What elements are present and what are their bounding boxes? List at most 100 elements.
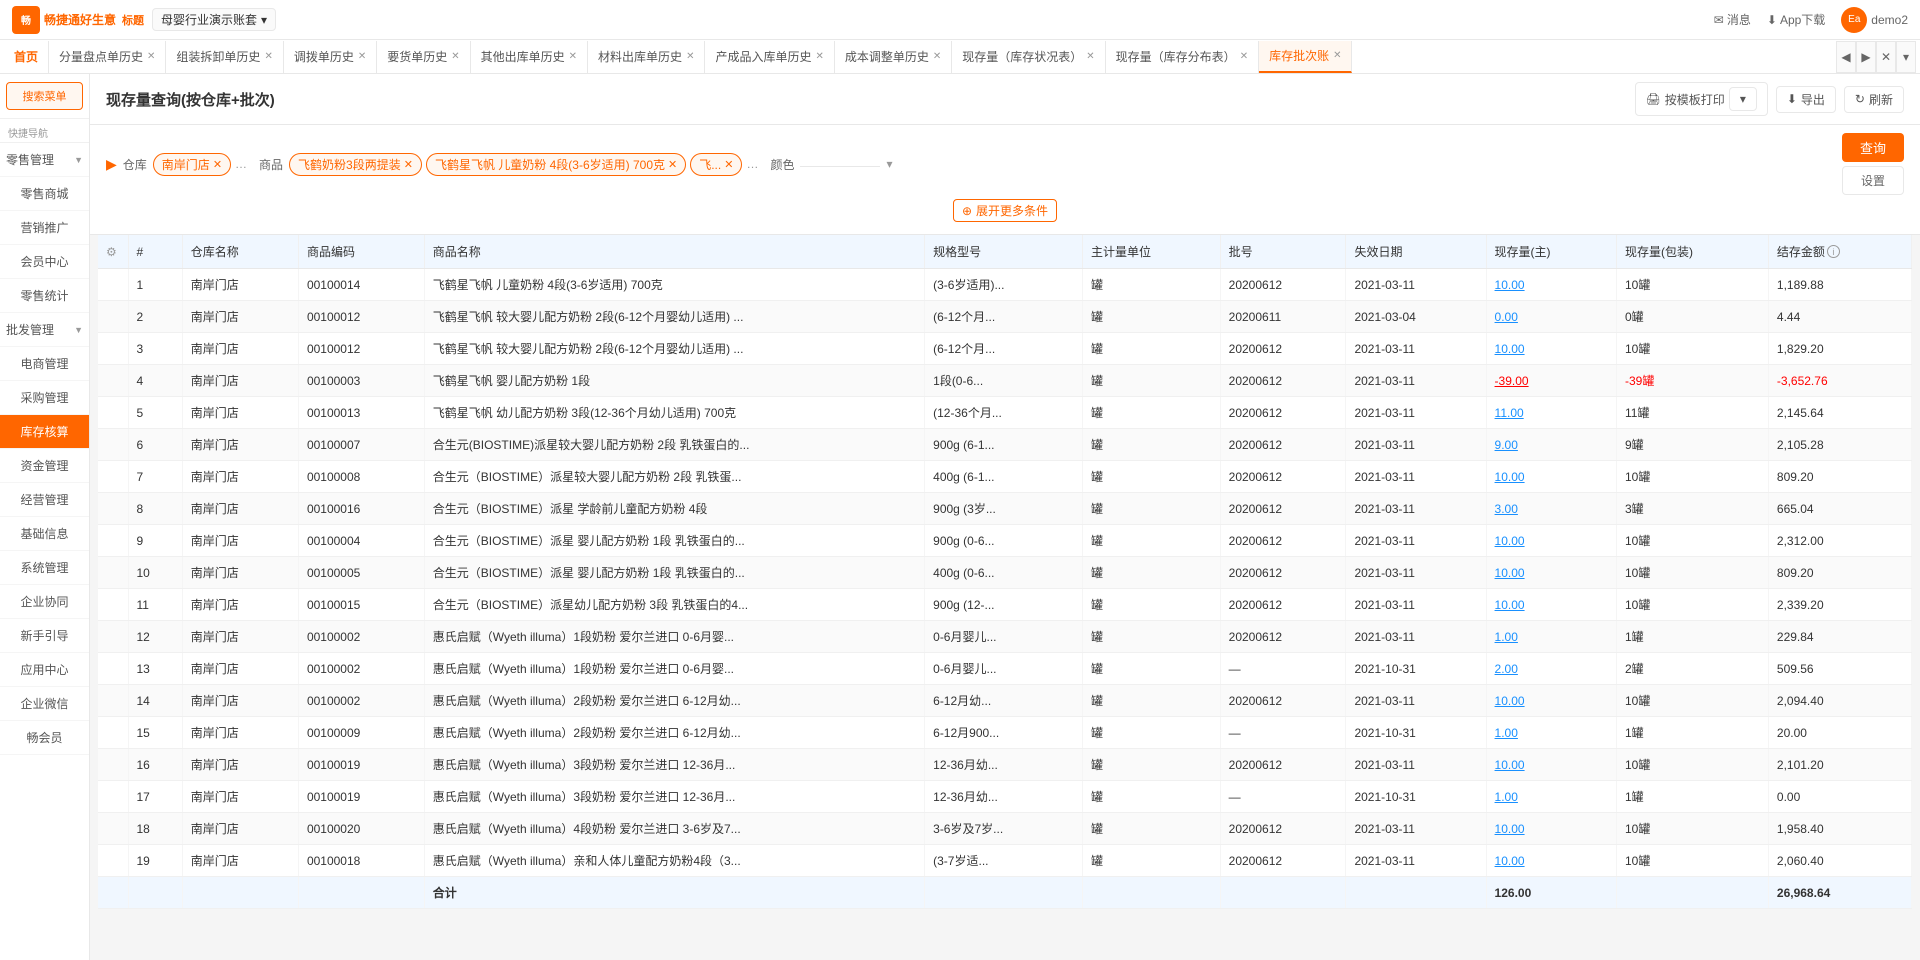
cell-stock-main[interactable]: 10.00 [1486,461,1616,493]
tab-fen-pan[interactable]: 分量盘点单历史✕ [49,41,166,73]
stock-main-value[interactable]: 10.00 [1495,822,1525,836]
stock-main-value[interactable]: 3.00 [1495,502,1518,516]
tab-close-icon[interactable]: ✕ [1333,50,1341,61]
product-more-btn[interactable]: … [746,157,758,171]
tab-menu-btn[interactable]: ▾ [1896,41,1916,73]
cell-stock-main[interactable]: 0.00 [1486,301,1616,333]
tab-close-icon[interactable]: ✕ [569,51,577,62]
cell-stock-main[interactable]: 1.00 [1486,781,1616,813]
tab-close-icon[interactable]: ✕ [147,51,155,62]
tab-next-btn[interactable]: ▶ [1856,41,1876,73]
stock-main-value[interactable]: 1.00 [1495,726,1518,740]
account-dropdown[interactable]: 母婴行业演示账套 ▾ [152,8,276,31]
cell-stock-main[interactable]: 2.00 [1486,653,1616,685]
stock-main-value[interactable]: 9.00 [1495,438,1518,452]
cell-stock-main[interactable]: 10.00 [1486,525,1616,557]
sidebar-item-operations[interactable]: 经营管理 [0,483,89,517]
tab-close-btn[interactable]: ✕ [1876,41,1896,73]
print-btn[interactable]: 🖨 按模板打印 ▾ [1635,82,1768,116]
stock-main-value[interactable]: 10.00 [1495,470,1525,484]
user-info[interactable]: Ea demo2 [1841,7,1908,33]
export-btn[interactable]: ⬇ 导出 [1776,86,1836,113]
product-tag-3-remove-icon[interactable]: ✕ [724,158,733,171]
tab-home[interactable]: 首页 [4,41,49,73]
cell-stock-main[interactable]: 10.00 [1486,749,1616,781]
tab-cai-liao[interactable]: 材料出库单历史✕ [588,41,705,73]
stock-main-value[interactable]: 1.00 [1495,790,1518,804]
balance-info-icon[interactable]: i [1827,245,1840,258]
sidebar-item-marketing[interactable]: 营销推广 [0,211,89,245]
tab-close-icon[interactable]: ✕ [451,51,459,62]
stock-main-value[interactable]: 10.00 [1495,758,1525,772]
warehouse-tag-remove-icon[interactable]: ✕ [213,158,222,171]
sidebar-item-member[interactable]: 会员中心 [0,245,89,279]
stock-main-value[interactable]: 1.00 [1495,630,1518,644]
table-container[interactable]: ⚙ # 仓库名称 商品编码 商品名称 规格型号 主计量单位 批号 失效日期 现存… [90,235,1920,960]
sidebar-item-enterprise[interactable]: 企业协同 [0,585,89,619]
sidebar-item-app-center[interactable]: 应用中心 [0,653,89,687]
tab-yao-huo[interactable]: 要货单历史✕ [377,41,470,73]
sidebar-item-basic-info[interactable]: 基础信息 [0,517,89,551]
warehouse-tag-nanang[interactable]: 南岸门店 ✕ [153,153,231,176]
color-dropdown-icon[interactable]: ▾ [886,157,892,171]
stock-main-value[interactable]: 10.00 [1495,854,1525,868]
tab-close-icon[interactable]: ✕ [933,51,941,62]
sidebar-item-retail-mgmt[interactable]: 零售管理▼ [0,143,89,177]
cell-stock-main[interactable]: 10.00 [1486,589,1616,621]
product-tag-1-remove-icon[interactable]: ✕ [404,158,413,171]
sidebar-item-ecom-mgmt[interactable]: 电商管理 [0,347,89,381]
sidebar-item-member-benefit[interactable]: 畅会员 [0,721,89,755]
sidebar-item-retail-shop[interactable]: 零售商城 [0,177,89,211]
stock-main-value[interactable]: 10.00 [1495,694,1525,708]
tab-close-icon[interactable]: ✕ [1086,51,1094,62]
sidebar-item-new-guide[interactable]: 新手引导 [0,619,89,653]
warehouse-more-btn[interactable]: … [235,157,247,171]
sidebar-item-finance[interactable]: 资金管理 [0,449,89,483]
cell-stock-main[interactable]: 10.00 [1486,845,1616,877]
sidebar-item-sys-mgmt[interactable]: 系统管理 [0,551,89,585]
cell-stock-main[interactable]: 1.00 [1486,621,1616,653]
sidebar-item-batch-mgmt[interactable]: 批发管理▼ [0,313,89,347]
stock-main-value[interactable]: -39.00 [1495,374,1529,388]
cell-stock-main[interactable]: 3.00 [1486,493,1616,525]
tab-close-icon[interactable]: ✕ [264,51,272,62]
column-settings-icon[interactable]: ⚙ [106,245,117,259]
product-tag-2-remove-icon[interactable]: ✕ [668,158,677,171]
tab-close-icon[interactable]: ✕ [815,51,823,62]
cell-stock-main[interactable]: 11.00 [1486,397,1616,429]
tab-chan-cheng[interactable]: 产成品入库单历史✕ [705,41,834,73]
query-btn[interactable]: 查询 [1842,133,1904,162]
cell-stock-main[interactable]: 10.00 [1486,269,1616,301]
stock-main-value[interactable]: 2.00 [1495,662,1518,676]
tab-qi-ta-chu[interactable]: 其他出库单历史✕ [471,41,588,73]
cell-stock-main[interactable]: 9.00 [1486,429,1616,461]
app-download-btn[interactable]: ⬇ App下载 [1767,11,1825,28]
product-tag-1[interactable]: 飞鹤奶粉3段两提装 ✕ [289,153,422,176]
message-btn[interactable]: ✉ 消息 [1714,11,1751,28]
tab-prev-btn[interactable]: ◀ [1836,41,1856,73]
sidebar-item-purchase[interactable]: 采购管理 [0,381,89,415]
tab-xian-cun-fb[interactable]: 现存量（库存分布表）✕ [1106,41,1259,73]
search-menu-btn[interactable]: 搜索菜单 [6,82,83,110]
product-tag-2[interactable]: 飞鹤星飞帆 儿童奶粉 4段(3-6岁适用) 700克 ✕ [426,153,686,176]
sidebar-item-inventory[interactable]: 库存核算 [0,415,89,449]
stock-main-value[interactable]: 0.00 [1495,310,1518,324]
expand-arrow-btn[interactable]: ▶ [106,156,117,173]
tab-cheng-ben[interactable]: 成本调整单历史✕ [835,41,952,73]
sidebar-item-retail-stat[interactable]: 零售统计 [0,279,89,313]
sidebar-item-enterprise-wechat[interactable]: 企业微信 [0,687,89,721]
cell-stock-main[interactable]: 10.00 [1486,333,1616,365]
refresh-btn[interactable]: ↻ 刷新 [1844,86,1904,113]
tab-xian-cun-kk[interactable]: 现存量（库存状况表）✕ [952,41,1105,73]
cell-stock-main[interactable]: 10.00 [1486,685,1616,717]
cell-stock-main[interactable]: 10.00 [1486,813,1616,845]
tab-close-icon[interactable]: ✕ [1240,51,1248,62]
stock-main-value[interactable]: 11.00 [1495,406,1524,420]
cell-stock-main[interactable]: 1.00 [1486,717,1616,749]
tab-ku-pi-ci[interactable]: 库存批次账✕ [1259,41,1352,73]
tab-tiao-bo[interactable]: 调拨单历史✕ [284,41,377,73]
stock-main-value[interactable]: 10.00 [1495,566,1525,580]
stock-main-value[interactable]: 10.00 [1495,342,1525,356]
cell-stock-main[interactable]: -39.00 [1486,365,1616,397]
tab-zu-chai[interactable]: 组装拆卸单历史✕ [166,41,283,73]
